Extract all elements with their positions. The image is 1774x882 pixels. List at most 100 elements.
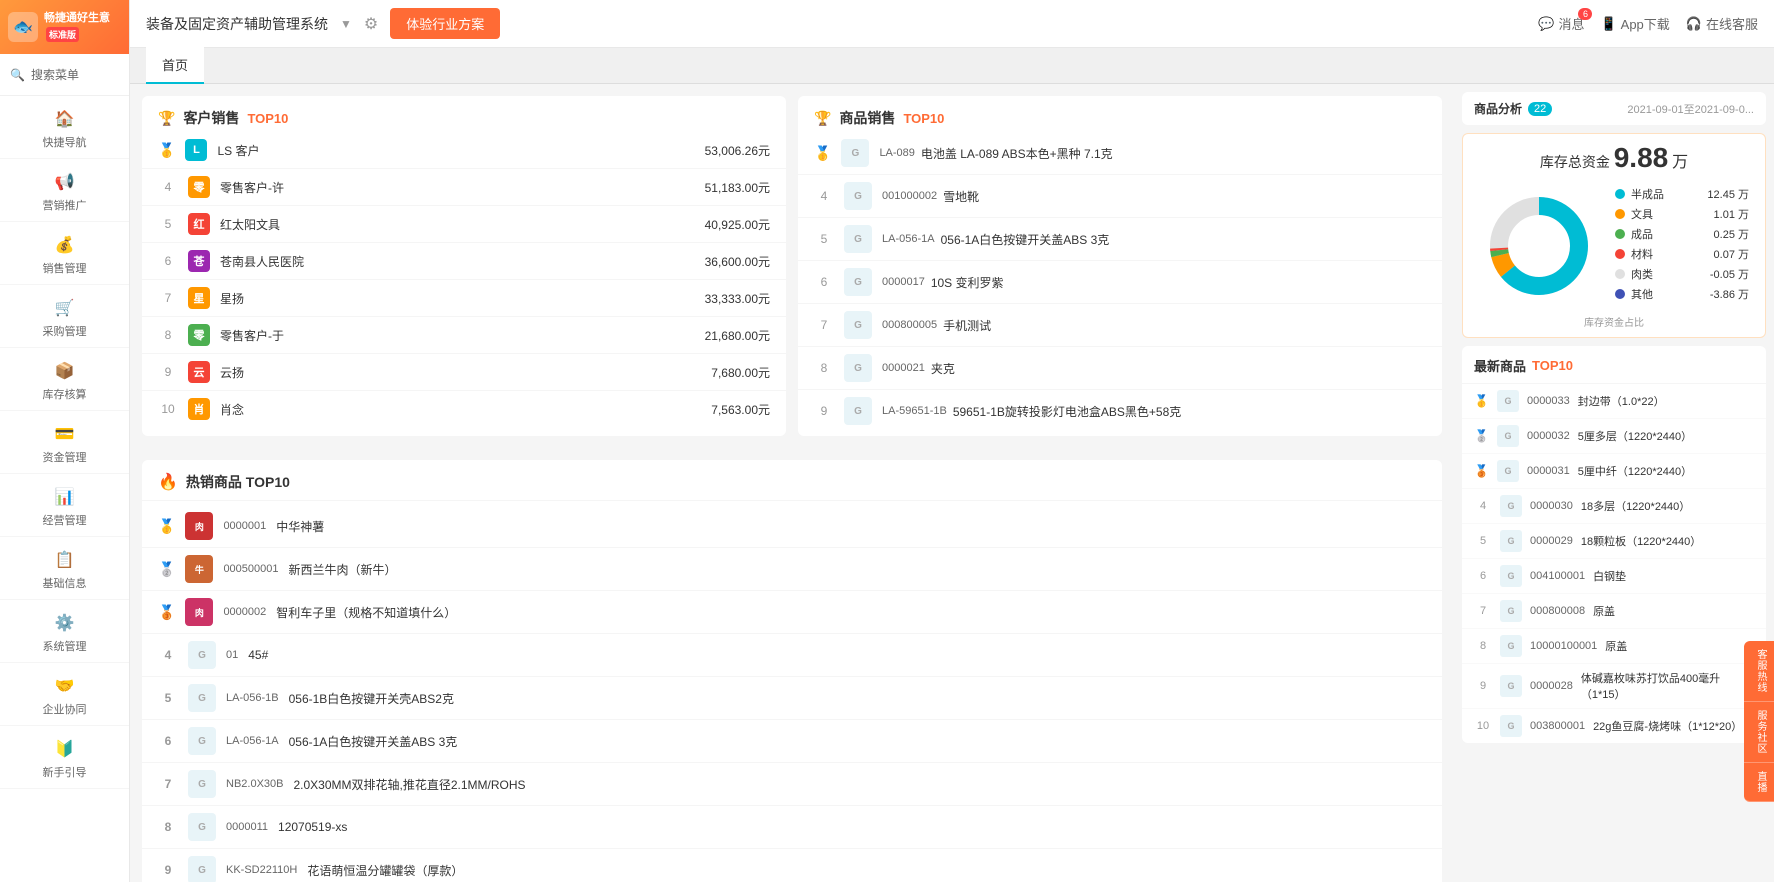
ranking-item-5: 7 星 星扬 33,333.00元 bbox=[142, 280, 786, 317]
legend-name-4: 材料 bbox=[1631, 246, 1653, 262]
hotline-button[interactable]: 客服热线 bbox=[1744, 641, 1774, 702]
new-rank-bronze: 🥉 bbox=[1474, 464, 1489, 478]
new-product-8: 8 G 10000100001 原盖 bbox=[1462, 629, 1766, 664]
nav-item-营销推广[interactable]: 📢 营销推广 bbox=[0, 159, 129, 222]
customer-name-8: 肖念 bbox=[220, 401, 701, 418]
new-rank-5: 5 bbox=[1474, 535, 1492, 547]
donut-chart bbox=[1479, 186, 1599, 306]
nav-label: 库存核算 bbox=[43, 386, 87, 402]
legend-dot-5 bbox=[1615, 269, 1625, 279]
inventory-analysis-label: 商品分析 bbox=[1474, 100, 1522, 117]
hot-thumb-8: G bbox=[188, 813, 216, 841]
customer-avatar-5: 星 bbox=[188, 287, 210, 309]
product-sales-top10-card: 🏆 商品销售 TOP10 🥇 G LA-089 电池盖 LA-089 ABS本色… bbox=[798, 96, 1442, 436]
sidebar-logo: 🐟 畅捷通好生意 标准版 bbox=[0, 0, 129, 54]
info-icon: 📋 bbox=[54, 549, 76, 571]
product-thumb-3: G bbox=[844, 225, 872, 253]
message-badge: 6 bbox=[1578, 8, 1592, 20]
hot-products-card: 🔥 热销商品 TOP10 🥇 肉 0000001 中华神薯 🥈 牛 000500… bbox=[142, 460, 1442, 882]
hot-thumb-1: 肉 bbox=[185, 512, 213, 540]
new-product-10: 10 G 003800001 22g鱼豆腐-烧烤味（1*12*20） bbox=[1462, 709, 1766, 743]
new-thumb-3: G bbox=[1497, 460, 1519, 482]
legend-dot-4 bbox=[1615, 249, 1625, 259]
mobile-icon: 📱 bbox=[1600, 16, 1616, 32]
product-sales-item-2: 4 G 001000002 雪地靴 bbox=[798, 175, 1442, 218]
hot-code-3: 0000002 bbox=[223, 606, 266, 618]
nav-item-基础信息[interactable]: 📋 基础信息 bbox=[0, 537, 129, 600]
nav-item-采购管理[interactable]: 🛒 采购管理 bbox=[0, 285, 129, 348]
nav-item-销售管理[interactable]: 💰 销售管理 bbox=[0, 222, 129, 285]
legend-dot-6 bbox=[1615, 289, 1625, 299]
rank-num-5: 7 bbox=[158, 291, 178, 305]
customer-name-7: 云扬 bbox=[220, 364, 701, 381]
hot-rank-5: 5 bbox=[158, 691, 178, 705]
customer-name-6: 零售客户-于 bbox=[220, 327, 695, 344]
dropdown-arrow-icon[interactable]: ▼ bbox=[340, 17, 352, 31]
product-sales-list: 🥇 G LA-089 电池盖 LA-089 ABS本色+黑种 7.1克 4 G bbox=[798, 128, 1442, 436]
legend-value-1: 12.45 万 bbox=[1707, 186, 1749, 202]
topbar: 装备及固定资产辅助管理系统 ▼ ⚙ 体验行业方案 💬 消息 6 📱 App下载 … bbox=[130, 0, 1774, 48]
search-menu-button[interactable]: 🔍 搜索菜单 bbox=[10, 62, 119, 87]
hot-thumb-4: G bbox=[188, 641, 216, 669]
app-download-item[interactable]: 📱 App下载 bbox=[1600, 14, 1669, 33]
hot-item-3: 🥉 肉 0000002 智利车子里（规格不知道填什么） bbox=[142, 591, 1442, 634]
product-sales-item-5: 7 G 000800005 手机测试 bbox=[798, 304, 1442, 347]
legend-name-3: 成品 bbox=[1631, 226, 1653, 242]
silver-badge-h2: 🥈 bbox=[158, 561, 175, 578]
app-name: 畅捷通好生意 bbox=[44, 12, 121, 25]
new-name-2: 5厘多层（1220*2440） bbox=[1578, 428, 1754, 444]
product-code-3: LA-056-1A bbox=[882, 233, 935, 245]
nav-item-库存核算[interactable]: 📦 库存核算 bbox=[0, 348, 129, 411]
new-product-3: 🥉 G 0000031 5厘中纤（1220*2440） bbox=[1462, 454, 1766, 489]
hot-rank-7: 7 bbox=[158, 777, 178, 791]
new-thumb-5: G bbox=[1500, 530, 1522, 552]
community-button[interactable]: 服务社区 bbox=[1744, 702, 1774, 763]
fire-icon: 🔥 bbox=[158, 472, 178, 492]
customer-avatar-1: L bbox=[185, 139, 207, 161]
product-thumb-5: G bbox=[844, 311, 872, 339]
new-thumb-10: G bbox=[1500, 715, 1522, 737]
ranking-item-2: 4 零 零售客户-许 51,183.00元 bbox=[142, 169, 786, 206]
customer-amount-4: 36,600.00元 bbox=[705, 253, 770, 270]
nav-item-新手引导[interactable]: 🔰 新手引导 bbox=[0, 726, 129, 789]
new-name-9: 体碱嘉枚味苏打饮品400毫升（1*15） bbox=[1581, 670, 1754, 702]
nav-item-资金管理[interactable]: 💳 资金管理 bbox=[0, 411, 129, 474]
hot-code-1: 0000001 bbox=[223, 520, 266, 532]
nav-label: 销售管理 bbox=[43, 260, 87, 276]
gear-icon[interactable]: ⚙ bbox=[364, 14, 378, 34]
hot-products-list: 🥇 肉 0000001 中华神薯 🥈 牛 000500001 新西兰牛肉（新牛）… bbox=[142, 501, 1442, 882]
nav-item-经营管理[interactable]: 📊 经营管理 bbox=[0, 474, 129, 537]
customer-ranking-list: 🥇 L LS 客户 53,006.26元 4 零 零售客户-许 51,183.0… bbox=[142, 128, 786, 431]
new-products-subtitle: TOP10 bbox=[1532, 358, 1573, 373]
main-area: 装备及固定资产辅助管理系统 ▼ ⚙ 体验行业方案 💬 消息 6 📱 App下载 … bbox=[130, 0, 1774, 882]
online-service-item[interactable]: 🎧 在线客服 bbox=[1686, 14, 1758, 33]
tab-home[interactable]: 首页 bbox=[146, 47, 204, 84]
version-badge: 标准版 bbox=[46, 27, 79, 42]
nav-item-快捷导航[interactable]: 🏠 快捷导航 bbox=[0, 96, 129, 159]
hot-code-7: NB2.0X30B bbox=[226, 778, 283, 790]
logo-icon: 🐟 bbox=[8, 12, 38, 42]
hot-code-5: LA-056-1B bbox=[226, 692, 279, 704]
new-rank-8: 8 bbox=[1474, 640, 1492, 652]
product-name-6: 夹克 bbox=[931, 360, 955, 377]
product-thumb-7: G bbox=[844, 397, 872, 425]
customer-name-1: LS 客户 bbox=[217, 142, 694, 159]
nav-item-企业协同[interactable]: 🤝 企业协同 bbox=[0, 663, 129, 726]
message-item[interactable]: 💬 消息 6 bbox=[1538, 14, 1584, 33]
search-menu-area[interactable]: 🔍 搜索菜单 bbox=[0, 54, 129, 96]
customer-avatar-4: 苍 bbox=[188, 250, 210, 272]
hot-item-6: 6 G LA-056-1A 056-1A白色按键开关盖ABS 3克 bbox=[142, 720, 1442, 763]
legend-name-2: 文具 bbox=[1631, 206, 1653, 222]
hot-code-8: 0000011 bbox=[226, 821, 268, 833]
nav-item-系统管理[interactable]: ⚙️ 系统管理 bbox=[0, 600, 129, 663]
live-button[interactable]: 直播 bbox=[1744, 763, 1774, 802]
nav-label: 企业协同 bbox=[43, 701, 87, 717]
chart-label: 库存资金占比 bbox=[1463, 314, 1765, 337]
ps-rank-9: 9 bbox=[814, 404, 834, 418]
customer-top10-label: TOP10 bbox=[247, 111, 288, 126]
search-icon: 🔍 bbox=[10, 68, 25, 82]
trophy-icon-2: 🏆 bbox=[814, 110, 831, 127]
trial-button[interactable]: 体验行业方案 bbox=[390, 8, 500, 39]
ranking-item-3: 5 红 红太阳文具 40,925.00元 bbox=[142, 206, 786, 243]
hot-rank-9: 9 bbox=[158, 863, 178, 877]
